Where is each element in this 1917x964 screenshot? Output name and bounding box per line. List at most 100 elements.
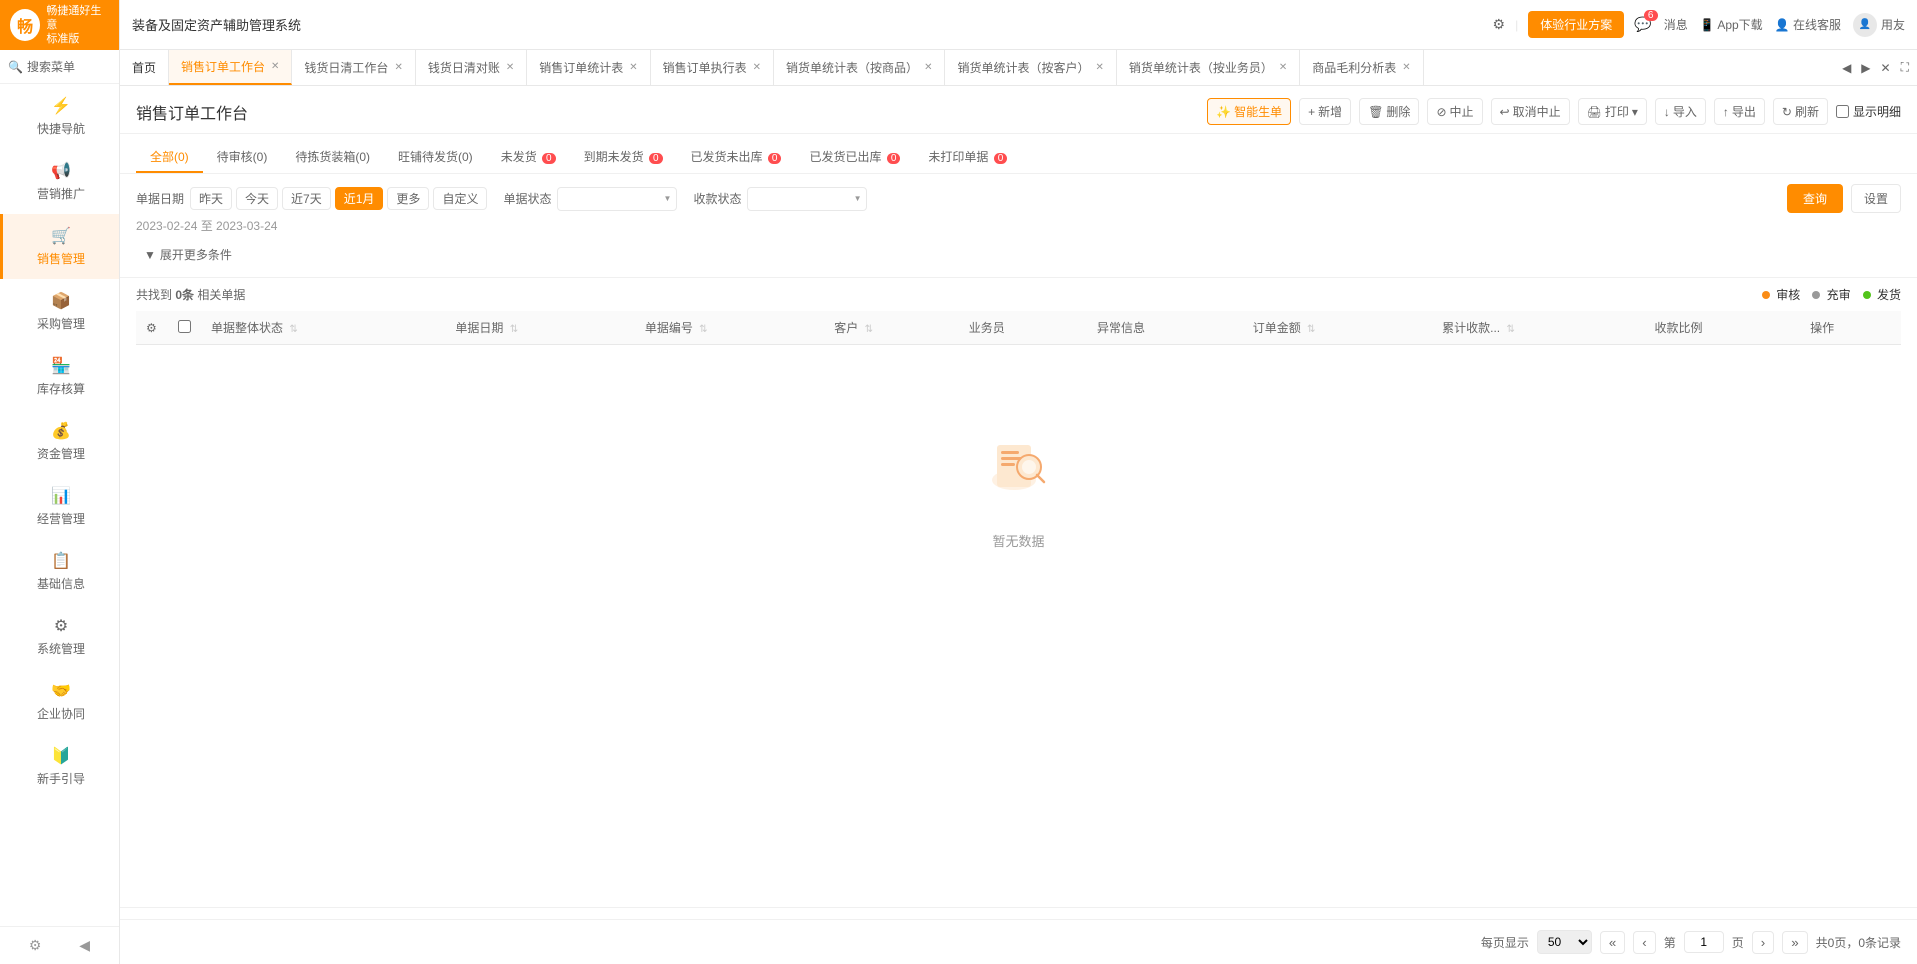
tab-sales-stats[interactable]: 销售订单统计表 ✕ [527,50,650,85]
filter-tab-not-shipped[interactable]: 未发货 0 [487,142,570,173]
print-icon: 🖨 [1587,105,1602,119]
date-btn-more[interactable]: 更多 [387,187,429,210]
h-scroll[interactable] [120,907,1917,919]
tab-next-btn[interactable]: ▶ [1857,59,1874,77]
sidebar-nav: ⚡ 快捷导航 📢 营销推广 🛒 销售管理 📦 采购管理 🏪 库存核算 💰 资金管… [0,84,119,926]
collapse-btn[interactable]: ◀ [79,937,90,954]
industry-btn[interactable]: 体验行业方案 [1528,11,1624,38]
tab-sales-summary-customer[interactable]: 销货单统计表（按客户） ✕ [945,50,1116,85]
sidebar-item-system[interactable]: ⚙ 系统管理 [0,604,119,669]
add-btn[interactable]: + 新增 [1299,98,1351,125]
pause-btn[interactable]: ⊘ 中止 [1427,98,1482,125]
sidebar-item-guide[interactable]: 🔰 新手引导 [0,734,119,799]
sort-collected-icon[interactable]: ⇅ [1506,324,1514,335]
sidebar-item-enterprise[interactable]: 🤝 企业协同 [0,669,119,734]
show-detail-checkbox[interactable] [1836,105,1849,118]
filter-tab-shipped-not-out[interactable]: 已发货未出库 0 [677,142,796,173]
sidebar-item-marketing[interactable]: 📢 营销推广 [0,149,119,214]
cancel-pause-btn[interactable]: ↩ 取消中止 [1491,98,1570,125]
col-settings: ⚙ [136,311,168,345]
tab-gross-margin[interactable]: 商品毛利分析表 ✕ [1300,50,1423,85]
first-page-btn[interactable]: « [1600,931,1625,954]
sidebar-item-inventory[interactable]: 🏪 库存核算 [0,344,119,409]
message-btn[interactable]: 💬 6 [1634,16,1651,33]
page-size-select[interactable]: 50 10 20 100 [1537,930,1592,954]
tab-label: 销售订单工作台 [181,58,265,75]
tab-close-icon[interactable]: ✕ [506,62,514,73]
import-btn[interactable]: ↓ 导入 [1655,98,1706,125]
sidebar-item-sales[interactable]: 🛒 销售管理 [0,214,119,279]
setting-btn[interactable]: 设置 [1851,184,1901,213]
tab-cash-reconcile[interactable]: 钱货日清对账 ✕ [416,50,527,85]
purchase-icon: 📦 [51,291,71,311]
status-select[interactable] [557,187,677,211]
tab-close-icon[interactable]: ✕ [1402,62,1410,73]
date-btn-7days[interactable]: 近7天 [282,187,331,210]
sidebar-item-finance[interactable]: 💰 资金管理 [0,409,119,474]
filter-tab-pending-inspect[interactable]: 待拣货装箱(0) [281,142,384,173]
shipped-out-badge: 0 [887,153,901,164]
col-settings-icon[interactable]: ⚙ [146,321,157,335]
prev-page-btn[interactable]: ‹ [1633,931,1655,954]
filter-tab-pending-review[interactable]: 待审核(0) [203,142,282,173]
filter-tab-shipped-out[interactable]: 已发货已出库 0 [795,142,914,173]
date-btn-1month[interactable]: 近1月 [335,187,384,210]
table-count: 共找到 0条 相关单据 [136,286,245,303]
expand-conditions-btn[interactable]: ▼ 展开更多条件 [136,242,1901,267]
sidebar-item-basic-info[interactable]: 📋 基础信息 [0,539,119,604]
select-all-checkbox[interactable] [178,320,191,333]
smart-create-btn[interactable]: ✨ 智能生单 [1207,98,1291,125]
tab-sales-workbench[interactable]: 销售订单工作台 ✕ [169,50,292,85]
last-page-btn[interactable]: » [1782,931,1807,954]
online-service-btn[interactable]: 👤 在线客服 [1775,16,1841,33]
tab-sales-summary-product[interactable]: 销货单统计表（按商品） ✕ [774,50,945,85]
tab-close-icon[interactable]: ✕ [753,62,761,73]
tab-prev-btn[interactable]: ◀ [1838,59,1855,77]
tab-sales-summary-staff[interactable]: 销货单统计表（按业务员） ✕ [1117,50,1300,85]
refresh-btn[interactable]: ↻ 刷新 [1773,98,1828,125]
show-detail-label[interactable]: 显示明细 [1836,103,1901,120]
cancel-dot [1812,291,1820,299]
tab-close-icon[interactable]: ✕ [394,62,402,73]
empty-state: 暂无数据 [136,345,1901,630]
tab-close-icon[interactable]: ✕ [1095,62,1103,73]
tab-sales-exec[interactable]: 销售订单执行表 ✕ [651,50,774,85]
content-area: 销售订单工作台 ✨ 智能生单 + 新增 🗑 删除 ⊘ [120,86,1917,964]
tab-fullscreen-btn[interactable]: ⛶ [1897,58,1913,77]
filter-tab-wangpu-ship[interactable]: 旺铺待发货(0) [384,142,487,173]
tab-nav-buttons: ◀ ▶ ✕ ⛶ [1834,58,1917,77]
tab-close-icon[interactable]: ✕ [271,61,279,72]
print-btn[interactable]: 🖨 打印 ▾ [1578,98,1647,125]
date-btn-custom[interactable]: 自定义 [433,187,487,210]
sort-customer-icon[interactable]: ⇅ [865,324,873,335]
filter-tab-overdue-ship[interactable]: 到期未发货 0 [570,142,677,173]
sort-number-icon[interactable]: ⇅ [699,324,707,335]
user-menu[interactable]: 👤 用友 [1853,13,1905,37]
app-download-btn[interactable]: 📱 App下载 [1700,16,1763,33]
filter-tab-all[interactable]: 全部(0) [136,142,203,173]
sidebar-item-purchase[interactable]: 📦 采购管理 [0,279,119,344]
filter-tab-not-printed[interactable]: 未打印单据 0 [914,142,1021,173]
delete-btn[interactable]: 🗑 删除 [1359,98,1419,125]
sidebar-item-quick-nav[interactable]: ⚡ 快捷导航 [0,84,119,149]
next-page-btn[interactable]: › [1752,931,1774,954]
date-btn-today[interactable]: 今天 [236,187,278,210]
tab-home[interactable]: 首页 [120,50,169,85]
tab-close-all-btn[interactable]: ✕ [1877,59,1895,77]
settings-bottom-btn[interactable]: ⚙ [29,937,42,954]
search-btn[interactable]: 查询 [1787,184,1843,213]
search-menu[interactable]: 🔍 搜索菜单 [0,50,119,84]
header-settings-icon[interactable]: ⚙ [1493,16,1506,33]
date-btn-yesterday[interactable]: 昨天 [190,187,232,210]
tab-close-icon[interactable]: ✕ [1279,62,1287,73]
tab-close-icon[interactable]: ✕ [629,62,637,73]
page-input[interactable] [1684,931,1724,953]
sort-amount-icon[interactable]: ⇅ [1307,324,1315,335]
payment-select[interactable] [747,187,867,211]
tab-cash-daily[interactable]: 钱货日清工作台 ✕ [292,50,415,85]
sort-date-icon[interactable]: ⇅ [510,324,518,335]
sort-status-icon[interactable]: ⇅ [289,324,297,335]
tab-close-icon[interactable]: ✕ [924,62,932,73]
export-btn[interactable]: ↑ 导出 [1714,98,1765,125]
sidebar-item-operations[interactable]: 📊 经营管理 [0,474,119,539]
